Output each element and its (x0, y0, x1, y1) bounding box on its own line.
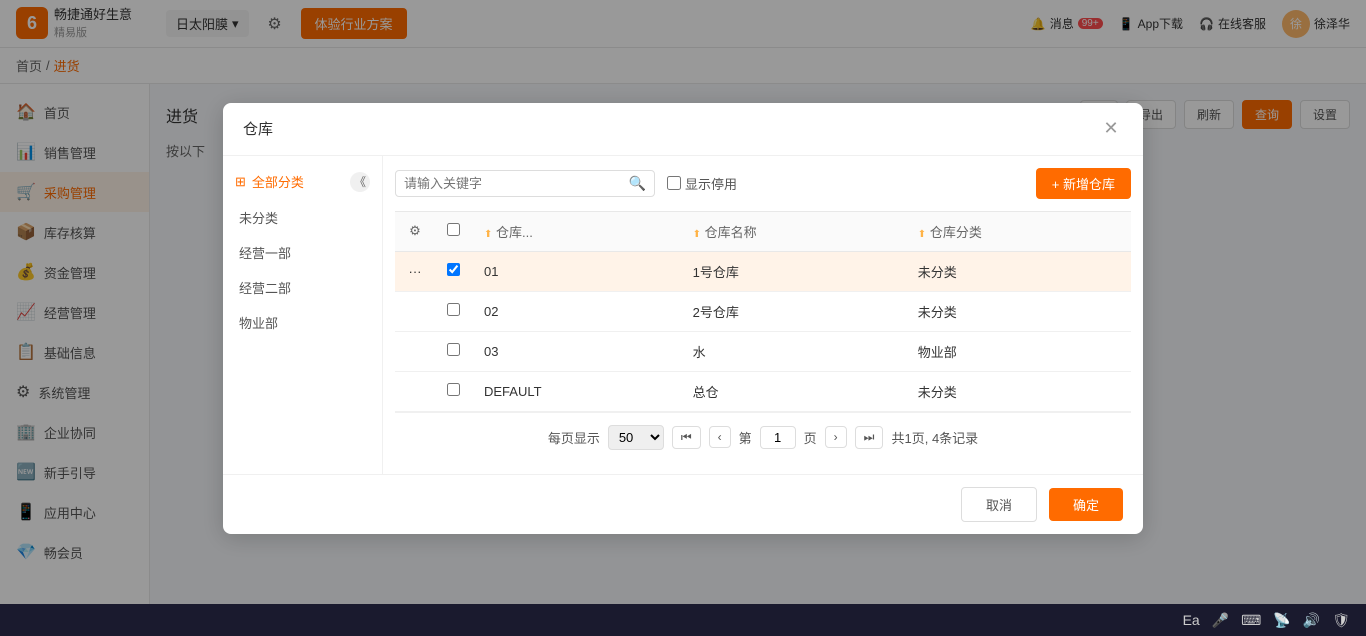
col-header-code: ⬆ 仓库... (472, 211, 681, 251)
row-name: 2号仓库 (681, 291, 906, 331)
row-checkbox-cell[interactable] (435, 291, 472, 331)
row-code: 01 (472, 251, 681, 291)
modal-overlay: 仓库 ✕ ⊞ 全部分类 《 未分类 经营一部 经营二部 物业部 (0, 0, 1366, 636)
category-panel: ⊞ 全部分类 《 未分类 经营一部 经营二部 物业部 (223, 156, 383, 474)
col-header-category: ⬆ 仓库分类 (906, 211, 1131, 251)
row-gear (395, 371, 435, 411)
table-row[interactable]: 02 2号仓库 未分类 (395, 291, 1131, 331)
keyboard-icon[interactable]: ⌨ (1241, 612, 1261, 629)
row-code: 02 (472, 291, 681, 331)
cancel-button[interactable]: 取消 (961, 487, 1037, 522)
sort-icon-name: ⬆ (693, 229, 701, 240)
row-category: 未分类 (906, 251, 1131, 291)
table-panel: 🔍 显示停用 + 新增仓库 ⚙ (383, 156, 1143, 474)
grid-icon: ⊞ (235, 174, 246, 190)
col-header-gear: ⚙ (395, 211, 435, 251)
select-all-checkbox[interactable] (447, 223, 460, 236)
col-header-name: ⬆ 仓库名称 (681, 211, 906, 251)
row-gear: ··· (395, 251, 435, 291)
per-page-label: 每页显示 (548, 428, 600, 447)
show-disabled-wrap: 显示停用 (667, 174, 737, 193)
page-input[interactable] (760, 426, 796, 449)
show-disabled-label: 显示停用 (685, 174, 737, 193)
prev-page-button[interactable]: ‹ (709, 426, 731, 448)
table-wrapper: ⚙ ⬆ 仓库... ⬆ (395, 211, 1131, 412)
row-gear (395, 331, 435, 371)
category-item-uncat[interactable]: 未分类 (223, 200, 382, 235)
row-checkbox[interactable] (447, 383, 460, 396)
row-code: 03 (472, 331, 681, 371)
sort-icon-cat: ⬆ (918, 229, 926, 240)
row-name: 总仓 (681, 371, 906, 411)
volume-icon[interactable]: 🔊 (1303, 612, 1320, 629)
page-unit: 页 (804, 428, 817, 447)
add-warehouse-button[interactable]: + 新增仓库 (1036, 168, 1131, 199)
row-checkbox[interactable] (447, 343, 460, 356)
row-code: DEFAULT (472, 371, 681, 411)
network-icon: 📡 (1273, 612, 1290, 629)
taskbar-label: Ea (1183, 612, 1200, 628)
bottom-taskbar: Ea 🎤 ⌨ 📡 🔊 🛡 (0, 604, 1366, 636)
modal-body: ⊞ 全部分类 《 未分类 经营一部 经营二部 物业部 🔍 (223, 156, 1143, 474)
warehouse-modal: 仓库 ✕ ⊞ 全部分类 《 未分类 经营一部 经营二部 物业部 (223, 103, 1143, 534)
show-disabled-checkbox[interactable] (667, 176, 681, 190)
row-category: 未分类 (906, 371, 1131, 411)
row-checkbox-cell[interactable] (435, 251, 472, 291)
all-categories-item[interactable]: ⊞ 全部分类 《 (223, 164, 382, 200)
category-item-op2[interactable]: 经营二部 (223, 270, 382, 305)
all-categories-label: 全部分类 (252, 172, 304, 191)
pagination: 每页显示 50 20 100 ⏮ ‹ 第 页 › ⏭ 共1页, 4条记录 (395, 412, 1131, 462)
per-page-select[interactable]: 50 20 100 (608, 425, 664, 450)
collapse-button[interactable]: 《 (350, 172, 370, 192)
row-checkbox[interactable] (447, 303, 460, 316)
confirm-button[interactable]: 确定 (1049, 488, 1123, 521)
warehouse-table: ⚙ ⬆ 仓库... ⬆ (395, 211, 1131, 412)
modal-close-button[interactable]: ✕ (1099, 117, 1123, 141)
row-gear (395, 291, 435, 331)
modal-footer: 取消 确定 (223, 474, 1143, 534)
category-item-property[interactable]: 物业部 (223, 305, 382, 340)
table-toolbar: 🔍 显示停用 + 新增仓库 (395, 168, 1131, 199)
search-input-wrap: 🔍 (395, 170, 655, 197)
table-row[interactable]: DEFAULT 总仓 未分类 (395, 371, 1131, 411)
page-label: 第 (739, 428, 752, 447)
modal-header: 仓库 ✕ (223, 103, 1143, 156)
row-name: 1号仓库 (681, 251, 906, 291)
shield-icon: 🛡 (1332, 612, 1350, 629)
sort-icon-code: ⬆ (484, 229, 492, 240)
gear-col-icon: ⚙ (409, 223, 421, 238)
table-row[interactable]: ··· 01 1号仓库 未分类 (395, 251, 1131, 291)
row-checkbox-cell[interactable] (435, 371, 472, 411)
first-page-button[interactable]: ⏮ (672, 426, 701, 449)
next-page-button[interactable]: › (825, 426, 847, 448)
row-category: 物业部 (906, 331, 1131, 371)
last-page-button[interactable]: ⏭ (855, 426, 884, 449)
mic-icon[interactable]: 🎤 (1212, 612, 1229, 629)
col-header-checkbox (435, 211, 472, 251)
search-icon: 🔍 (629, 175, 646, 192)
row-checkbox-cell[interactable] (435, 331, 472, 371)
category-item-op1[interactable]: 经营一部 (223, 235, 382, 270)
search-input[interactable] (404, 176, 629, 191)
row-checkbox[interactable] (447, 263, 460, 276)
table-row[interactable]: 03 水 物业部 (395, 331, 1131, 371)
page-summary: 共1页, 4条记录 (891, 428, 978, 447)
modal-title: 仓库 (243, 118, 273, 139)
row-name: 水 (681, 331, 906, 371)
row-category: 未分类 (906, 291, 1131, 331)
